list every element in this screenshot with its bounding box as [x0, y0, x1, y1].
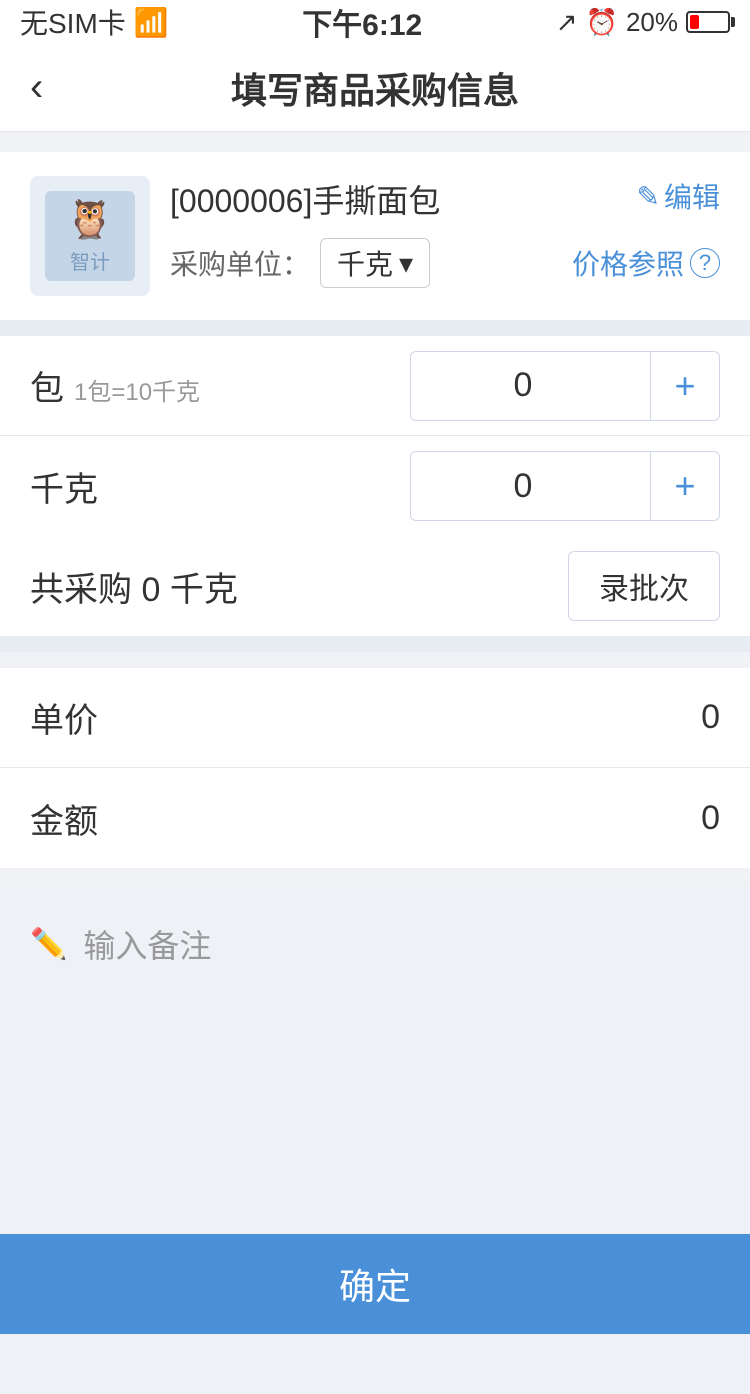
price-ref-link[interactable]: 价格参照 ? [572, 243, 720, 283]
amount-value: 0 [701, 799, 720, 838]
section-divider-2 [0, 636, 750, 652]
status-bar: 无SIM卡 📶 下午6:12 ↗ ⏰ 20% [0, 0, 750, 44]
input-section: 包 1包=10千克 + 千克 + [0, 336, 750, 536]
kg-plus-button[interactable]: + [650, 451, 720, 521]
summary-prefix: 共采购 [30, 571, 132, 609]
price-section: 单价 0 金额 0 [0, 668, 750, 868]
record-batch-button[interactable]: 录批次 [568, 551, 720, 621]
section-divider-1 [0, 320, 750, 336]
kg-input-row: 千克 + [0, 436, 750, 536]
bag-label-text: 包 [30, 361, 64, 410]
sim-status: 无SIM卡 [20, 2, 126, 42]
bag-input-row: 包 1包=10千克 + [0, 336, 750, 436]
logo-text: 智计 [70, 246, 110, 275]
product-logo: 🦉 智计 [45, 191, 135, 281]
status-left: 无SIM卡 📶 [20, 2, 169, 42]
wifi-icon: 📶 [134, 6, 169, 39]
chevron-down-icon: ▾ [399, 247, 413, 280]
confirm-button[interactable]: 确定 [0, 1234, 750, 1334]
bag-sub-label: 1包=10千克 [74, 372, 200, 407]
unit-price-row: 单价 0 [0, 668, 750, 768]
product-thumbnail: 🦉 智计 [30, 176, 150, 296]
edit-icon: ✎ [637, 180, 660, 213]
unit-price-label: 单价 [30, 693, 98, 742]
page-title: 填写商品采购信息 [231, 62, 519, 114]
battery-pct: 20% [626, 7, 678, 38]
battery-icon [686, 11, 730, 33]
unit-value: 千克 [337, 243, 393, 283]
bag-label: 包 1包=10千克 [30, 361, 200, 410]
product-card: 🦉 智计 [0000006]手撕面包 采购单位： 千克 ▾ 价格参照 ? [0, 152, 750, 320]
pencil-icon: ✏️ [30, 927, 67, 962]
amount-label: 金额 [30, 794, 98, 843]
kg-input-right: + [410, 451, 720, 521]
product-meta: 采购单位： 千克 ▾ 价格参照 ? [170, 238, 720, 288]
edit-label: 编辑 [664, 176, 720, 216]
kg-quantity-input[interactable] [410, 451, 650, 521]
summary-row: 共采购 0 千克 录批次 [0, 536, 750, 636]
kg-label-text: 千克 [30, 462, 98, 511]
remark-section[interactable]: ✏️ 输入备注 [0, 884, 750, 1004]
purchase-unit-label: 采购单位： [170, 243, 310, 283]
bag-quantity-input[interactable] [410, 351, 650, 421]
status-time: 下午6:12 [302, 0, 422, 44]
back-button[interactable]: ‹ [30, 65, 43, 110]
nav-bar: ‹ 填写商品采购信息 [0, 44, 750, 132]
edit-button[interactable]: ✎ 编辑 [637, 176, 720, 216]
help-icon: ? [690, 248, 720, 278]
summary-amount-value: 0 [141, 571, 160, 609]
bag-input-right: + [410, 351, 720, 421]
empty-area [0, 1004, 750, 1394]
summary-text: 共采购 0 千克 [30, 562, 238, 611]
alarm-icon: ⏰ [586, 7, 618, 38]
purchase-unit: 采购单位： 千克 ▾ [170, 238, 430, 288]
bag-plus-button[interactable]: + [650, 351, 720, 421]
kg-label: 千克 [30, 462, 98, 511]
unit-dropdown[interactable]: 千克 ▾ [320, 238, 430, 288]
remark-input[interactable]: 输入备注 [83, 921, 211, 967]
summary-unit-text: 千克 [170, 571, 238, 609]
owl-icon: 🦉 [66, 198, 113, 242]
location-icon: ↗ [556, 7, 578, 38]
battery-fill [690, 15, 699, 29]
unit-price-value: 0 [701, 698, 720, 737]
price-ref-label: 价格参照 [572, 243, 684, 283]
amount-row: 金额 0 [0, 768, 750, 868]
status-right: ↗ ⏰ 20% [556, 7, 730, 38]
